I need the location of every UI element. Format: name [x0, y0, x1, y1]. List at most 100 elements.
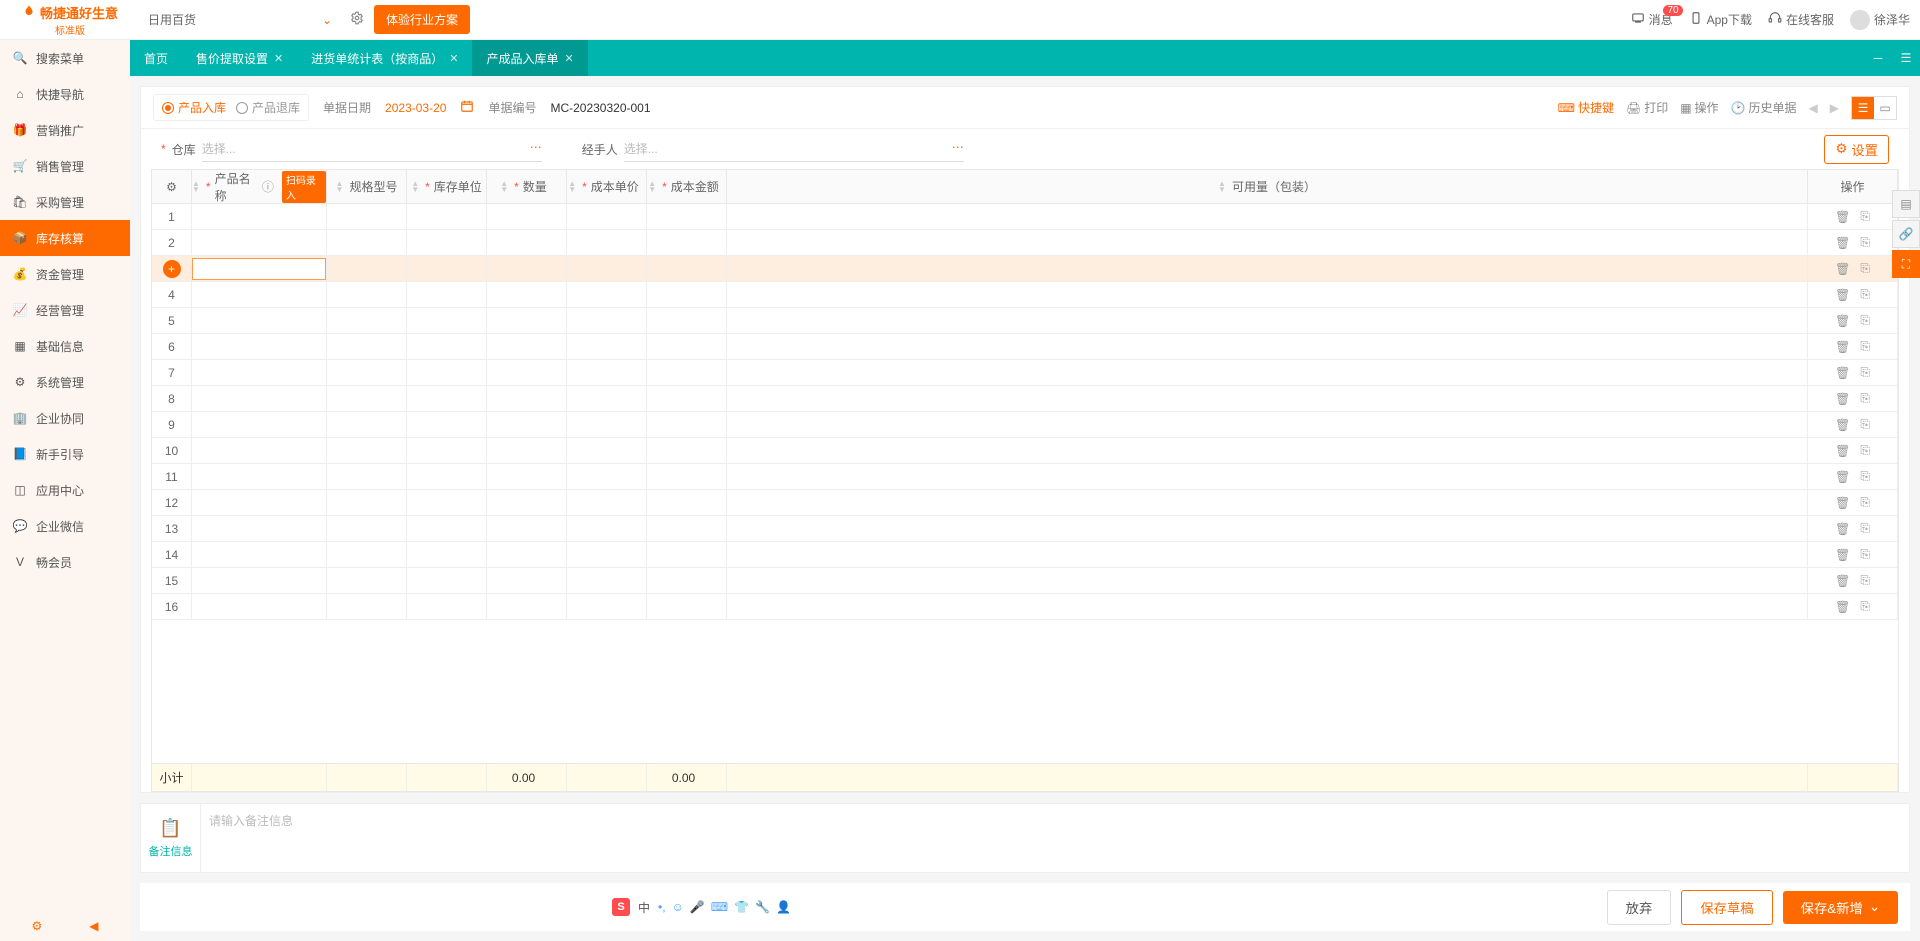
cell-qty[interactable]	[487, 282, 567, 307]
cell-unit[interactable]	[407, 230, 487, 255]
cell-product-name[interactable]	[192, 204, 327, 229]
date-value[interactable]: 2023-03-20	[385, 101, 446, 115]
calendar-icon[interactable]	[460, 99, 474, 116]
cell-available[interactable]	[727, 594, 1808, 619]
cell-amount[interactable]	[647, 568, 727, 593]
ime-emoji-icon[interactable]: ☺	[672, 900, 684, 914]
cell-unit[interactable]	[407, 516, 487, 541]
cell-spec[interactable]	[327, 438, 407, 463]
cell-amount[interactable]	[647, 542, 727, 567]
cell-spec[interactable]	[327, 412, 407, 437]
cell-price[interactable]	[567, 568, 647, 593]
cell-amount[interactable]	[647, 516, 727, 541]
cell-price[interactable]	[567, 256, 647, 281]
cell-qty[interactable]	[487, 334, 567, 359]
cell-spec[interactable]	[327, 568, 407, 593]
cell-spec[interactable]	[327, 490, 407, 515]
ime-mic-icon[interactable]: 🎤	[690, 900, 705, 914]
cell-product-name[interactable]	[192, 308, 327, 333]
cell-unit[interactable]	[407, 360, 487, 385]
more-icon[interactable]: ⋯	[952, 140, 964, 157]
cell-spec[interactable]	[327, 516, 407, 541]
table-row[interactable]: 14 🗑 ⎘	[152, 542, 1898, 568]
radio-product-in[interactable]: 产品入库	[162, 99, 226, 116]
col-unit[interactable]: ▲▼ * 库存单位	[407, 170, 487, 203]
cell-unit[interactable]	[407, 256, 487, 281]
cell-price[interactable]	[567, 516, 647, 541]
cell-price[interactable]	[567, 490, 647, 515]
add-row-button[interactable]: +	[163, 260, 181, 278]
cell-qty[interactable]	[487, 490, 567, 515]
cell-unit[interactable]	[407, 568, 487, 593]
delete-icon[interactable]: 🗑	[1835, 236, 1850, 250]
view-card-button[interactable]: ▭	[1874, 97, 1896, 119]
delete-icon[interactable]: 🗑	[1835, 288, 1850, 302]
cell-product-name[interactable]	[192, 282, 327, 307]
copy-icon[interactable]: ⎘	[1860, 209, 1870, 224]
cell-unit[interactable]	[407, 412, 487, 437]
copy-icon[interactable]: ⎘	[1860, 495, 1870, 510]
cell-spec[interactable]	[327, 308, 407, 333]
sidebar-item-base[interactable]: ▦基础信息	[0, 328, 130, 364]
help-icon[interactable]: ⓘ	[262, 178, 274, 195]
cell-amount[interactable]	[647, 594, 727, 619]
cell-amount[interactable]	[647, 464, 727, 489]
table-row[interactable]: 5 🗑 ⎘	[152, 308, 1898, 334]
copy-icon[interactable]: ⎘	[1860, 313, 1870, 328]
cell-amount[interactable]	[647, 256, 727, 281]
sidebar-item-sale[interactable]: 🛒销售管理	[0, 148, 130, 184]
cell-spec[interactable]	[327, 542, 407, 567]
cell-spec[interactable]	[327, 230, 407, 255]
cell-qty[interactable]	[487, 412, 567, 437]
column-settings-button[interactable]: ⚙	[152, 170, 192, 203]
cell-available[interactable]	[727, 334, 1808, 359]
cell-amount[interactable]	[647, 438, 727, 463]
copy-icon[interactable]: ⎘	[1860, 547, 1870, 562]
sidebar-item-guide[interactable]: 📘新手引导	[0, 436, 130, 472]
cell-unit[interactable]	[407, 542, 487, 567]
cell-product-name[interactable]	[192, 594, 327, 619]
user-menu[interactable]: 徐泽华	[1850, 10, 1910, 30]
cell-product-name[interactable]	[192, 490, 327, 515]
copy-icon[interactable]: ⎘	[1860, 339, 1870, 354]
copy-icon[interactable]: ⎘	[1860, 391, 1870, 406]
col-qty[interactable]: ▲▼ * 数量	[487, 170, 567, 203]
scan-badge[interactable]: 扫码录入	[282, 171, 326, 203]
cell-qty[interactable]	[487, 386, 567, 411]
delete-icon[interactable]: 🗑	[1835, 548, 1850, 562]
sidebar-item-coop[interactable]: 🏢企业协同	[0, 400, 130, 436]
cell-price[interactable]	[567, 282, 647, 307]
copy-icon[interactable]: ⎘	[1860, 365, 1870, 380]
dock-doc-icon[interactable]: ▤	[1892, 190, 1920, 218]
cell-price[interactable]	[567, 412, 647, 437]
cell-unit[interactable]	[407, 204, 487, 229]
cell-product-name[interactable]	[192, 230, 327, 255]
cell-product-name[interactable]	[192, 516, 327, 541]
cell-qty[interactable]	[487, 542, 567, 567]
gear-icon[interactable]	[350, 11, 364, 28]
tab-1[interactable]: 售价提取设置✕	[182, 40, 297, 76]
table-row[interactable]: 1 🗑 ⎘	[152, 204, 1898, 230]
cell-product-name[interactable]	[192, 438, 327, 463]
cell-price[interactable]	[567, 204, 647, 229]
cell-available[interactable]	[727, 412, 1808, 437]
sidebar-item-wx[interactable]: 💬企业微信	[0, 508, 130, 544]
cell-price[interactable]	[567, 594, 647, 619]
cell-amount[interactable]	[647, 386, 727, 411]
cell-unit[interactable]	[407, 308, 487, 333]
cell-qty[interactable]	[487, 516, 567, 541]
cell-product-name[interactable]	[192, 542, 327, 567]
cell-available[interactable]	[727, 438, 1808, 463]
cell-product-name[interactable]	[192, 360, 327, 385]
cell-available[interactable]	[727, 308, 1808, 333]
delete-icon[interactable]: 🗑	[1835, 366, 1850, 380]
delete-icon[interactable]: 🗑	[1835, 522, 1850, 536]
cell-price[interactable]	[567, 464, 647, 489]
warehouse-input[interactable]: 选择... ⋯	[202, 136, 542, 162]
copy-icon[interactable]: ⎘	[1860, 469, 1870, 484]
sidebar-item-sys[interactable]: ⚙系统管理	[0, 364, 130, 400]
delete-icon[interactable]: 🗑	[1835, 496, 1850, 510]
settings-button[interactable]: ⚙ 设置	[1824, 135, 1889, 164]
copy-icon[interactable]: ⎘	[1860, 417, 1870, 432]
hotkey-button[interactable]: ⌨ 快捷键	[1558, 99, 1614, 116]
